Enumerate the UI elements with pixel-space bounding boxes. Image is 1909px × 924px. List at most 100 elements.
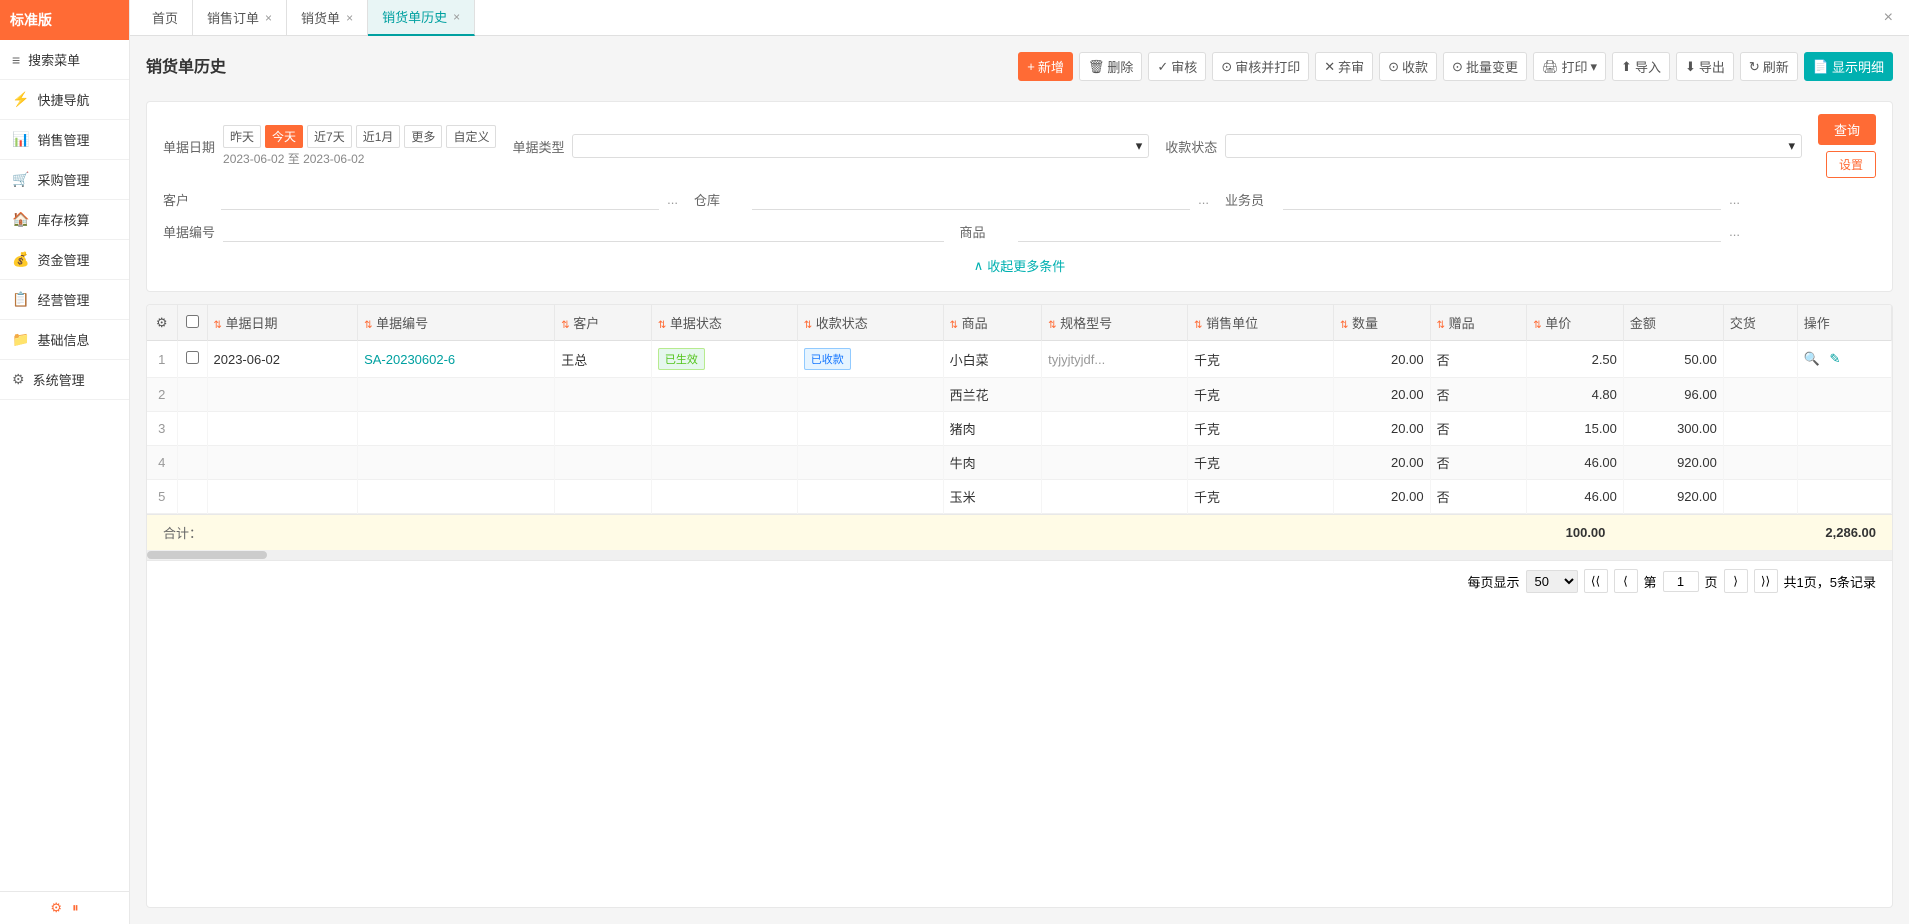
tab-sales-delivery-close[interactable]: ×	[346, 11, 353, 25]
product-filter-input[interactable]	[1018, 220, 1722, 242]
date-filter-group: 单据日期 昨天 今天 近7天 近1月 更多 自定义 2023-06-02 至 2…	[163, 125, 496, 167]
row-select-checkbox[interactable]	[186, 351, 199, 364]
page-prev-btn[interactable]: ⟨	[1614, 569, 1638, 593]
row-doc-status	[651, 480, 797, 514]
page-first-btn[interactable]: ⟨⟨	[1584, 569, 1608, 593]
sidebar-item-sales-mgmt[interactable]: 📊 销售管理	[0, 120, 129, 160]
sidebar-item-quick-nav[interactable]: ⚡ 快捷导航	[0, 80, 129, 120]
col-payment-status[interactable]: ⇅ 收款状态	[797, 305, 943, 341]
warehouse-more-icon[interactable]: ...	[1198, 192, 1209, 207]
sidebar-item-basic-info[interactable]: 📁 基础信息	[0, 320, 129, 360]
collapse-button[interactable]: ∧ 收起更多条件	[163, 252, 1876, 279]
sidebar-item-inventory[interactable]: 🏠 库存核算	[0, 200, 129, 240]
sidebar-item-system-mgmt[interactable]: ⚙ 系统管理	[0, 360, 129, 400]
horizontal-scrollbar[interactable]	[147, 550, 1892, 560]
filter-row-3: 单据编号 商品 ...	[163, 220, 1876, 242]
col-product[interactable]: ⇅ 商品	[943, 305, 1042, 341]
collect-button[interactable]: ⊙ 收款	[1379, 52, 1437, 81]
date-btn-today[interactable]: 今天	[265, 125, 303, 148]
delete-button[interactable]: 🗑 删除	[1079, 52, 1143, 81]
tab-sales-order-close[interactable]: ×	[265, 11, 272, 25]
query-button[interactable]: 查询	[1818, 114, 1876, 145]
print-dropdown-icon: ▾	[1591, 59, 1598, 75]
payment-status-select[interactable]: ▾	[1225, 134, 1802, 158]
page-title: 销货单历史	[146, 53, 226, 77]
batch-change-button[interactable]: ⊙ 批量变更	[1443, 52, 1527, 81]
sidebar-item-purchase-mgmt[interactable]: 🛒 采购管理	[0, 160, 129, 200]
row-spec	[1042, 480, 1188, 514]
per-page-select[interactable]: 50 100 200	[1526, 570, 1578, 593]
table-row: 3 猪肉 千克 20.00 否 15.00 300.00	[147, 412, 1892, 446]
customer-more-icon[interactable]: ...	[667, 192, 678, 207]
row-unit: 千克	[1188, 378, 1334, 412]
sidebar-item-label: 销售管理	[37, 130, 89, 149]
payment-status-badge: 已收款	[804, 348, 851, 370]
show-detail-button[interactable]: 📄 显示明细	[1804, 52, 1893, 81]
col-date[interactable]: ⇅ 单据日期	[207, 305, 358, 341]
refresh-button[interactable]: ↻ 刷新	[1740, 52, 1798, 81]
col-doc-status[interactable]: ⇅ 单据状态	[651, 305, 797, 341]
settings-button[interactable]: 设置	[1826, 151, 1876, 178]
sidebar-item-label: 搜索菜单	[28, 50, 80, 69]
scrollbar-thumb[interactable]	[147, 551, 267, 559]
page-prefix: 第	[1644, 572, 1657, 591]
tab-home[interactable]: 首页	[138, 0, 193, 36]
table-body: 1 2023-06-02 SA-20230602-6 王总 已生效 已收款 小白…	[147, 341, 1892, 514]
tab-sales-delivery[interactable]: 销货单 ×	[287, 0, 368, 36]
print-button[interactable]: 🖨 打印 ▾	[1533, 52, 1606, 81]
tab-sales-order[interactable]: 销售订单 ×	[193, 0, 287, 36]
discard-button[interactable]: ✕ 弃审	[1315, 52, 1373, 81]
col-unit[interactable]: ⇅ 销售单位	[1188, 305, 1334, 341]
edit-action[interactable]: ✎	[1830, 351, 1841, 366]
doc-number-link[interactable]: SA-20230602-6	[364, 352, 455, 367]
page-last-btn[interactable]: ⟩⟩	[1754, 569, 1778, 593]
tab-sales-history-close[interactable]: ×	[453, 10, 460, 24]
doc-number-input[interactable]	[223, 220, 943, 242]
doc-type-dropdown-icon: ▾	[1136, 138, 1143, 154]
audit-print-button[interactable]: ⊙ 审核并打印	[1212, 52, 1309, 81]
audit-button[interactable]: ✓ 审核	[1148, 52, 1206, 81]
sidebar-item-search-menu[interactable]: ≡ 搜索菜单	[0, 40, 129, 80]
view-action[interactable]: 🔍	[1804, 351, 1820, 366]
query-settings-area: 查询 设置	[1818, 114, 1876, 178]
col-settings[interactable]: ⚙	[147, 305, 177, 341]
date-range-text: 2023-06-02 至 2023-06-02	[223, 150, 496, 167]
date-btn-yesterday[interactable]: 昨天	[223, 125, 261, 148]
sidebar-item-finance[interactable]: 💰 资金管理	[0, 240, 129, 280]
col-unit-price[interactable]: ⇅ 单价	[1527, 305, 1624, 341]
date-btn-7days[interactable]: 近7天	[307, 125, 352, 148]
row-amount: 50.00	[1623, 341, 1723, 378]
col-gift[interactable]: ⇅ 赠品	[1430, 305, 1527, 341]
select-all-checkbox[interactable]	[186, 315, 199, 328]
col-quantity[interactable]: ⇅ 数量	[1333, 305, 1430, 341]
export-button[interactable]: ⬇ 导出	[1676, 52, 1734, 81]
customer-input[interactable]	[221, 188, 659, 210]
import-button[interactable]: ⬆ 导入	[1612, 52, 1670, 81]
warehouse-input[interactable]	[752, 188, 1190, 210]
page-number-input[interactable]	[1663, 571, 1699, 592]
col-number[interactable]: ⇅ 单据编号	[358, 305, 555, 341]
tab-sales-delivery-label: 销货单	[301, 8, 340, 27]
col-spec[interactable]: ⇅ 规格型号	[1042, 305, 1188, 341]
date-btn-1month[interactable]: 近1月	[356, 125, 401, 148]
sidebar-pause-icon[interactable]: ⏸	[72, 900, 79, 916]
page-next-btn[interactable]: ⟩	[1724, 569, 1748, 593]
sidebar: 标准版 ≡ 搜索菜单 ⚡ 快捷导航 📊 销售管理 🛒 采购管理 🏠 库存核算 💰…	[0, 0, 130, 924]
product-more-icon[interactable]: ...	[1729, 224, 1740, 239]
row-spec: tyjyjtyjdf...	[1042, 341, 1188, 378]
row-transaction	[1723, 446, 1797, 480]
sidebar-item-operations[interactable]: 📋 经营管理	[0, 280, 129, 320]
row-customer	[555, 378, 652, 412]
date-btn-more[interactable]: 更多	[404, 125, 442, 148]
new-button[interactable]: + 新增	[1018, 52, 1073, 81]
doc-type-select[interactable]: ▾	[572, 134, 1149, 158]
date-btn-custom[interactable]: 自定义	[446, 125, 496, 148]
col-customer[interactable]: ⇅ 客户	[555, 305, 652, 341]
salesperson-more-icon[interactable]: ...	[1729, 192, 1740, 207]
sidebar-settings-icon[interactable]: ⚙	[50, 900, 62, 916]
row-quantity: 20.00	[1333, 412, 1430, 446]
row-gift: 否	[1430, 412, 1527, 446]
tab-close-all[interactable]: ×	[1876, 9, 1901, 27]
tab-sales-history[interactable]: 销货单历史 ×	[368, 0, 475, 36]
salesperson-input[interactable]	[1283, 188, 1721, 210]
